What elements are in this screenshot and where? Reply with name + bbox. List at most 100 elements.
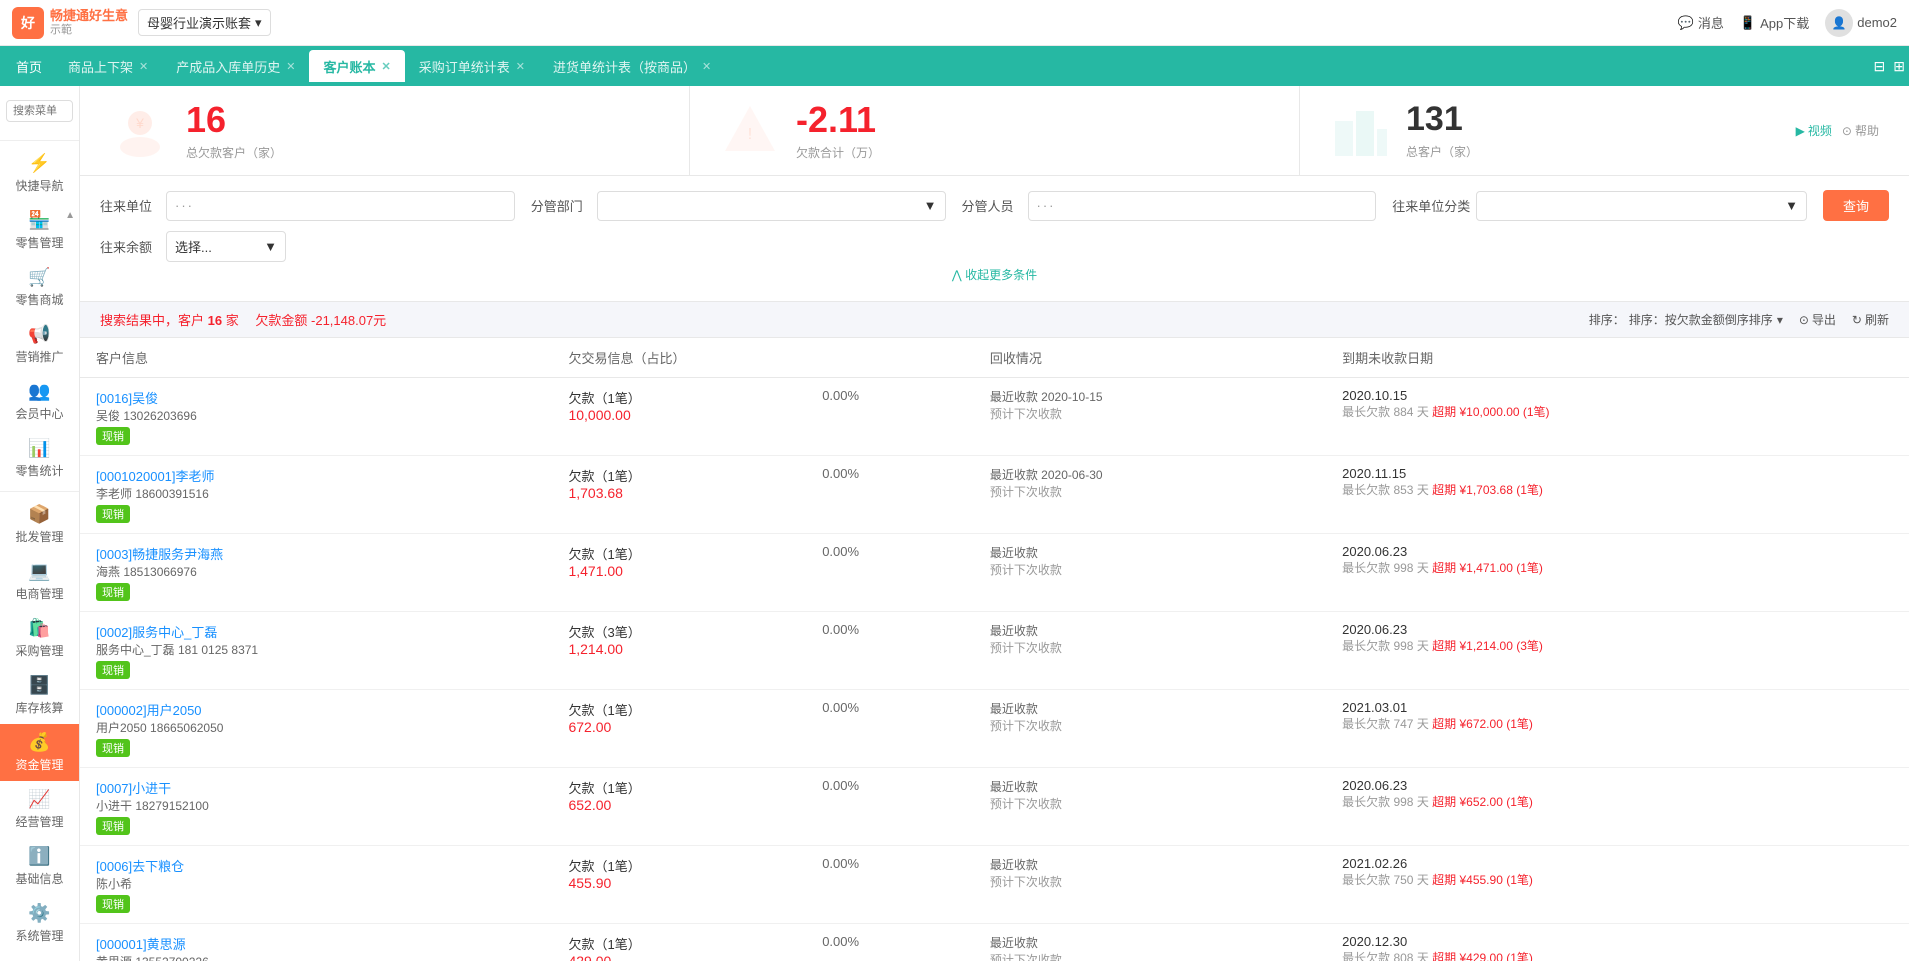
recovery-next: 预计下次收款 bbox=[990, 795, 1310, 812]
overdue-link[interactable]: 超期 ¥429.00 (1笔) bbox=[1432, 951, 1533, 961]
sidebar-item-enterprise[interactable]: 🤝 企业协同 bbox=[0, 952, 79, 961]
sort-arrow-icon: ▾ bbox=[1777, 313, 1783, 327]
sidebar-item-operation[interactable]: 📈 经营管理 bbox=[0, 781, 79, 838]
balance-select[interactable]: 选择... ▼ bbox=[166, 231, 286, 262]
sidebar-item-member[interactable]: 👥 会员中心 bbox=[0, 373, 79, 430]
table-row: [000001]黄思源 黄思源 13552700226 现销 欠款（1笔） 42… bbox=[80, 924, 1909, 961]
customer-name-link[interactable]: [0001020001]李老师 bbox=[96, 466, 536, 485]
sidebar-item-batch-mgmt[interactable]: 📦 批发管理 bbox=[0, 496, 79, 553]
tab-expand-icon[interactable]: ⊞ bbox=[1893, 58, 1905, 75]
search-button[interactable]: 查询 bbox=[1823, 190, 1889, 221]
sidebar-item-inventory[interactable]: 🗄️ 库存核算 bbox=[0, 667, 79, 724]
export-button[interactable]: ⊙ 导出 bbox=[1799, 311, 1836, 328]
sidebar-item-retail-stats[interactable]: 📊 零售统计 bbox=[0, 430, 79, 487]
sidebar-label: 零售管理 bbox=[15, 234, 63, 251]
search-input[interactable] bbox=[6, 100, 73, 122]
customer-name-link[interactable]: [0003]畅捷服务尹海燕 bbox=[96, 544, 536, 563]
user-name: demo2 bbox=[1857, 15, 1897, 30]
message-button[interactable]: 💬 消息 bbox=[1678, 13, 1724, 32]
recovery-date: 最近收款 2020-10-15 bbox=[990, 388, 1310, 405]
cell-due-date: 2020.06.23 最长欠款 998 天 超期 ¥652.00 (1笔) bbox=[1326, 768, 1909, 846]
customer-name-link[interactable]: [000001]黄思源 bbox=[96, 934, 536, 953]
sidebar-item-finance[interactable]: 💰 资金管理 bbox=[0, 724, 79, 781]
top-bar-left: 好 畅捷通好生意 示範 母婴行业演示账套 ▾ bbox=[12, 7, 271, 39]
debt-amount: 10,000.00 bbox=[568, 407, 790, 423]
member-icon: 👥 bbox=[28, 381, 50, 402]
overdue-link[interactable]: 超期 ¥10,000.00 (1笔) bbox=[1432, 405, 1549, 419]
tab-purchase-order[interactable]: 采购订单统计表 ✕ bbox=[405, 50, 539, 82]
cell-due-date: 2020.12.30 最长欠款 808 天 超期 ¥429.00 (1笔) bbox=[1326, 924, 1909, 961]
overdue-link[interactable]: 超期 ¥652.00 (1笔) bbox=[1432, 795, 1533, 809]
sidebar-item-quick-nav[interactable]: ⚡ 快捷导航 bbox=[0, 145, 79, 202]
collapse-label: 收起更多条件 bbox=[965, 268, 1037, 282]
customer-name-link[interactable]: [0006]去下粮仓 bbox=[96, 856, 536, 875]
overdue-days: 最长欠款 853 天 超期 ¥1,703.68 (1笔) bbox=[1342, 481, 1893, 498]
table-row: [0002]服务中心_丁磊 服务中心_丁磊 181 0125 8371 现销 欠… bbox=[80, 612, 1909, 690]
sidebar-item-retail-mall[interactable]: 🛒 零售商城 bbox=[0, 259, 79, 316]
manager-input[interactable]: ··· bbox=[1028, 191, 1377, 221]
sidebar-item-ecommerce[interactable]: 💻 电商管理 bbox=[0, 553, 79, 610]
overdue-link[interactable]: 超期 ¥672.00 (1笔) bbox=[1432, 717, 1533, 731]
sidebar-item-retail-mgmt[interactable]: 🏪 零售管理 ▲ bbox=[0, 202, 79, 259]
retail-mgmt-arrow: ▲ bbox=[65, 210, 75, 221]
cell-recovery: 最近收款 预计下次收款 bbox=[974, 690, 1326, 768]
sidebar-item-purchase[interactable]: 🛍️ 采购管理 bbox=[0, 610, 79, 667]
sidebar-label: 营销推广 bbox=[15, 348, 63, 365]
sort-label-prefix: 排序： bbox=[1589, 311, 1625, 328]
table-row: [000002]用户2050 用户2050 18665062050 现销 欠款（… bbox=[80, 690, 1909, 768]
video-button[interactable]: ▶ 视频 bbox=[1796, 122, 1832, 139]
source-unit-input[interactable]: ··· bbox=[166, 191, 515, 221]
department-select[interactable]: ▼ bbox=[597, 191, 946, 221]
cell-recovery: 最近收款 预计下次收款 bbox=[974, 768, 1326, 846]
tab-minimize-icon[interactable]: ⊟ bbox=[1874, 58, 1886, 75]
customer-name-link[interactable]: [0016]吴俊 bbox=[96, 388, 536, 407]
tab-home[interactable]: 首页 bbox=[4, 57, 54, 76]
tab-close-icon[interactable]: ✕ bbox=[139, 60, 148, 73]
tab-close-icon[interactable]: ✕ bbox=[382, 60, 391, 73]
user-profile[interactable]: 👤 demo2 bbox=[1825, 9, 1897, 37]
debt-ratio: 0.00% bbox=[822, 466, 958, 481]
sidebar-label: 电商管理 bbox=[15, 585, 63, 602]
tab-customer-account[interactable]: 客户账本 ✕ bbox=[309, 50, 404, 82]
logo-icon: 好 bbox=[12, 7, 44, 39]
recovery-next: 预计下次收款 bbox=[990, 873, 1310, 890]
customer-badge: 现销 bbox=[96, 739, 130, 757]
store-selector[interactable]: 母婴行业演示账套 ▾ bbox=[138, 9, 271, 36]
tab-product-online[interactable]: 商品上下架 ✕ bbox=[54, 50, 162, 82]
unit-category-select[interactable]: ▼ bbox=[1476, 191, 1807, 221]
customer-name-link[interactable]: [0002]服务中心_丁磊 bbox=[96, 622, 536, 641]
sort-selector[interactable]: 排序： 排序：按欠款金额倒序排序 ▾ bbox=[1589, 311, 1783, 328]
sidebar-item-marketing[interactable]: 📢 营销推广 bbox=[0, 316, 79, 373]
overdue-link[interactable]: 超期 ¥455.90 (1笔) bbox=[1432, 873, 1533, 887]
overdue-link[interactable]: 超期 ¥1,471.00 (1笔) bbox=[1432, 561, 1543, 575]
retail-stats-icon: 📊 bbox=[28, 438, 50, 459]
overdue-link[interactable]: 超期 ¥1,214.00 (3笔) bbox=[1432, 639, 1543, 653]
app-download-button[interactable]: 📱 App下载 bbox=[1740, 13, 1809, 32]
tab-close-icon[interactable]: ✕ bbox=[286, 60, 295, 73]
stat-total-customers: 131 总客户（家） ▶ 视频 ⊙ 帮助 bbox=[1300, 86, 1909, 175]
cell-recovery: 最近收款 预计下次收款 bbox=[974, 924, 1326, 961]
refresh-label: 刷新 bbox=[1865, 311, 1889, 328]
tab-import-stats[interactable]: 进货单统计表（按商品） ✕ bbox=[539, 50, 725, 82]
overdue-link[interactable]: 超期 ¥1,703.68 (1笔) bbox=[1432, 483, 1543, 497]
cell-debt-ratio: 0.00% bbox=[806, 768, 974, 846]
cell-due-date: 2021.03.01 最长欠款 747 天 超期 ¥672.00 (1笔) bbox=[1326, 690, 1909, 768]
results-unit: 家 bbox=[226, 313, 239, 328]
cell-debt-ratio: 0.00% bbox=[806, 378, 974, 456]
overdue-days: 最长欠款 750 天 超期 ¥455.90 (1笔) bbox=[1342, 871, 1893, 888]
filter-collapse-button[interactable]: ⋀ 收起更多条件 bbox=[100, 262, 1889, 287]
sidebar-label: 库存核算 bbox=[15, 699, 63, 716]
tab-close-icon[interactable]: ✕ bbox=[702, 60, 711, 73]
video-label: 视频 bbox=[1808, 122, 1832, 139]
refresh-button[interactable]: ↻ 刷新 bbox=[1852, 311, 1889, 328]
help-button[interactable]: ⊙ 帮助 bbox=[1842, 122, 1879, 139]
sidebar-item-basic-info[interactable]: ℹ️ 基础信息 bbox=[0, 838, 79, 895]
help-label: 帮助 bbox=[1855, 122, 1879, 139]
tab-product-history[interactable]: 产成品入库单历史 ✕ bbox=[162, 50, 309, 82]
sidebar-label: 会员中心 bbox=[15, 405, 63, 422]
sidebar-item-system[interactable]: ⚙️ 系统管理 bbox=[0, 895, 79, 952]
tab-close-icon[interactable]: ✕ bbox=[516, 60, 525, 73]
customer-name-link[interactable]: [0007]小进干 bbox=[96, 778, 536, 797]
customer-name-link[interactable]: [000002]用户2050 bbox=[96, 700, 536, 719]
customer-phone: 李老师 18600391516 bbox=[96, 485, 536, 502]
